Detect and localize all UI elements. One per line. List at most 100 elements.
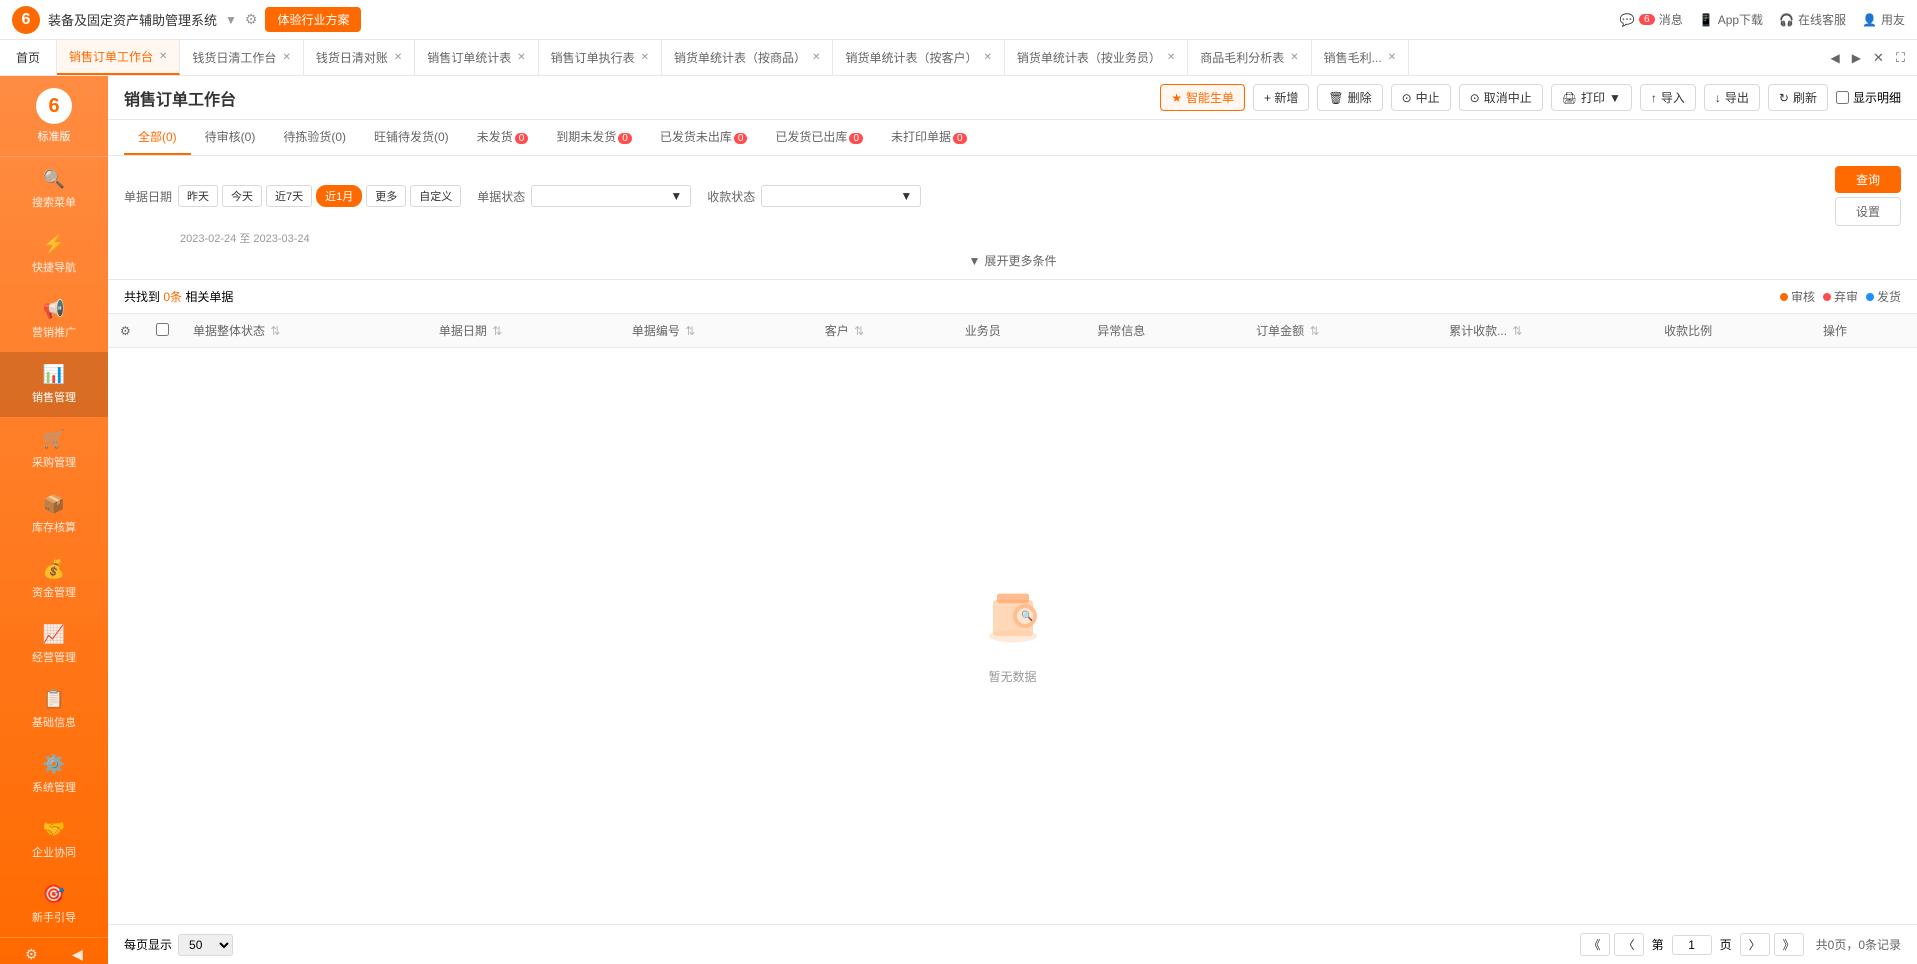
sub-tab-wangpu-pending[interactable]: 旺铺待发货(0) [360, 120, 463, 155]
review-action[interactable]: 审核 [1780, 288, 1815, 305]
tab-order-execute[interactable]: 销售订单执行表 ✕ [539, 40, 662, 75]
sub-tab-pending-inspect[interactable]: 待拣验货(0) [269, 120, 360, 155]
tab-close-icon[interactable]: ✕ [517, 52, 525, 63]
online-service-item[interactable]: 🎧 在线客服 [1779, 11, 1846, 28]
sidebar-item-marketing[interactable]: 📢 营销推广 [0, 287, 108, 352]
prev-page-button[interactable]: 〈 [1614, 933, 1644, 956]
dropdown-arrow[interactable]: ▼ [225, 13, 237, 27]
tab-close-icon[interactable]: ✕ [282, 52, 290, 63]
stop-button[interactable]: ⊙ 中止 [1391, 84, 1451, 111]
settings-filter-button[interactable]: 设置 [1835, 197, 1901, 226]
select-all-checkbox[interactable] [156, 323, 169, 336]
sub-tab-all[interactable]: 全部(0) [124, 120, 191, 155]
sidebar-item-quick-nav[interactable]: ⚡ 快捷导航 [0, 222, 108, 287]
tab-close-icon[interactable]: ✕ [1290, 52, 1298, 63]
tab-sales-gross[interactable]: 销售毛利... ✕ [1312, 40, 1409, 75]
date-today-button[interactable]: 今天 [222, 185, 262, 207]
tab-scroll-left-icon[interactable]: ◀ [1827, 47, 1844, 69]
sub-tab-overdue-not-shipped[interactable]: 到期未发货0 [542, 120, 646, 155]
sidebar-collapse-button[interactable]: ◀ [72, 946, 83, 963]
date-1month-button[interactable]: 近1月 [316, 185, 362, 207]
tab-gross-profit[interactable]: 商品毛利分析表 ✕ [1188, 40, 1311, 75]
status-select[interactable]: ▼ [531, 185, 691, 207]
sidebar-item-system[interactable]: ⚙️ 系统管理 [0, 742, 108, 807]
tab-close-icon[interactable]: ✕ [394, 52, 402, 63]
query-button[interactable]: 查询 [1835, 166, 1901, 193]
settings-icon[interactable]: ⚙ [245, 11, 258, 28]
tab-scroll-right-icon[interactable]: ▶ [1848, 47, 1865, 69]
print-button[interactable]: 🖨 打印 ▼ [1551, 84, 1632, 111]
export-button[interactable]: ↓ 导出 [1704, 84, 1760, 111]
refresh-button[interactable]: ↻ 刷新 [1768, 84, 1828, 111]
tab-cash-daily[interactable]: 钱货日清工作台 ✕ [180, 40, 303, 75]
tab-close-icon[interactable]: ✕ [1388, 52, 1396, 63]
payment-select[interactable]: ▼ [761, 185, 921, 207]
sub-tab-not-shipped[interactable]: 未发货0 [463, 120, 543, 155]
expand-filter-button[interactable]: ▼ 展开更多条件 [969, 252, 1057, 269]
horizontal-scrollbar[interactable] [108, 912, 1917, 924]
sub-tab-shipped-not-out[interactable]: 已发货未出库0 [646, 120, 762, 155]
sidebar-settings-button[interactable]: ⚙ [25, 946, 38, 963]
import-button[interactable]: ↑ 导入 [1640, 84, 1696, 111]
tab-maximize-icon[interactable]: ⛶ [1892, 46, 1909, 70]
sidebar-item-cooperation[interactable]: 🤝 企业协同 [0, 807, 108, 872]
sub-tabs: 全部(0) 待审核(0) 待拣验货(0) 旺铺待发货(0) 未发货0 到期未发货… [108, 120, 1917, 156]
sub-tab-pending-review[interactable]: 待审核(0) [191, 120, 270, 155]
sidebar-item-search[interactable]: 🔍 搜索菜单 [0, 157, 108, 222]
cancel-stop-label: 取消中止 [1484, 89, 1532, 106]
tab-close-all-icon[interactable]: ✕ [1869, 46, 1888, 70]
tab-sales-staff[interactable]: 销货单统计表（按业务员） ✕ [1005, 40, 1188, 75]
settings-col-icon[interactable]: ⚙ [120, 324, 131, 338]
sort-icon[interactable]: ⇅ [1309, 324, 1319, 338]
show-detail-checkbox[interactable] [1836, 91, 1849, 104]
add-label: + 新增 [1264, 89, 1298, 106]
sort-icon[interactable]: ⇅ [854, 324, 864, 338]
next-page-button[interactable]: 〉 [1740, 933, 1770, 956]
cancel-stop-button[interactable]: ⊙ 取消中止 [1459, 84, 1543, 111]
delete-button[interactable]: 🗑 删除 [1317, 84, 1382, 111]
sidebar-item-basic-info[interactable]: 📋 基础信息 [0, 677, 108, 742]
page-number-input[interactable] [1672, 935, 1712, 955]
tab-sales-customer[interactable]: 销货单统计表（按客户） ✕ [833, 40, 1004, 75]
sidebar-item-management[interactable]: 📈 经营管理 [0, 612, 108, 677]
tab-close-icon[interactable]: ✕ [1167, 52, 1175, 63]
app-download-item[interactable]: 📱 App下载 [1699, 11, 1763, 28]
first-page-button[interactable]: 《 [1580, 933, 1610, 956]
reject-action[interactable]: 弃审 [1823, 288, 1858, 305]
tab-close-icon[interactable]: ✕ [983, 52, 991, 63]
tab-close-icon[interactable]: ✕ [812, 52, 820, 63]
last-page-button[interactable]: 》 [1774, 933, 1804, 956]
sidebar-item-inventory[interactable]: 📦 库存核算 [0, 482, 108, 547]
sort-icon[interactable]: ⇅ [270, 324, 280, 338]
date-7days-button[interactable]: 近7天 [266, 185, 312, 207]
sidebar-item-finance[interactable]: 💰 资金管理 [0, 547, 108, 612]
sort-icon[interactable]: ⇅ [1512, 324, 1522, 338]
smart-create-button[interactable]: ★ 智能生单 [1160, 84, 1245, 111]
sidebar-label: 资金管理 [32, 584, 76, 600]
industry-solution-button[interactable]: 体验行业方案 [265, 7, 361, 32]
sub-tab-not-printed[interactable]: 未打印单据0 [877, 120, 981, 155]
tab-sales-workbench[interactable]: 销售订单工作台 ✕ [57, 40, 180, 75]
tab-sales-product[interactable]: 销货单统计表（按商品） ✕ [662, 40, 833, 75]
tab-close-icon[interactable]: ✕ [159, 51, 167, 62]
tab-close-icon[interactable]: ✕ [641, 52, 649, 63]
th-status: 单据整体状态 ⇅ [181, 314, 427, 348]
message-item[interactable]: 💬 6 消息 [1620, 11, 1683, 28]
user-item[interactable]: 👤 用友 [1862, 11, 1905, 28]
sort-icon[interactable]: ⇅ [685, 324, 695, 338]
page-size-select[interactable]: 50 100 200 [178, 934, 233, 956]
add-button[interactable]: + 新增 [1253, 84, 1309, 111]
tab-cash-reconcile[interactable]: 钱货日清对账 ✕ [304, 40, 415, 75]
date-yesterday-button[interactable]: 昨天 [178, 185, 218, 207]
date-custom-button[interactable]: 自定义 [410, 185, 461, 207]
tab-order-stats[interactable]: 销售订单统计表 ✕ [415, 40, 538, 75]
sidebar-item-guide[interactable]: 🎯 新手引导 [0, 872, 108, 937]
sub-tab-shipped-out[interactable]: 已发货已出库0 [761, 120, 877, 155]
sidebar-item-purchase[interactable]: 🛒 采购管理 [0, 417, 108, 482]
show-detail-checkbox-wrapper[interactable]: 显示明细 [1836, 89, 1901, 106]
ship-action[interactable]: 发货 [1866, 288, 1901, 305]
date-more-button[interactable]: 更多 [366, 185, 406, 207]
tab-home[interactable]: 首页 [0, 40, 57, 75]
sort-icon[interactable]: ⇅ [492, 324, 502, 338]
sidebar-item-sales[interactable]: 📊 销售管理 [0, 352, 108, 417]
